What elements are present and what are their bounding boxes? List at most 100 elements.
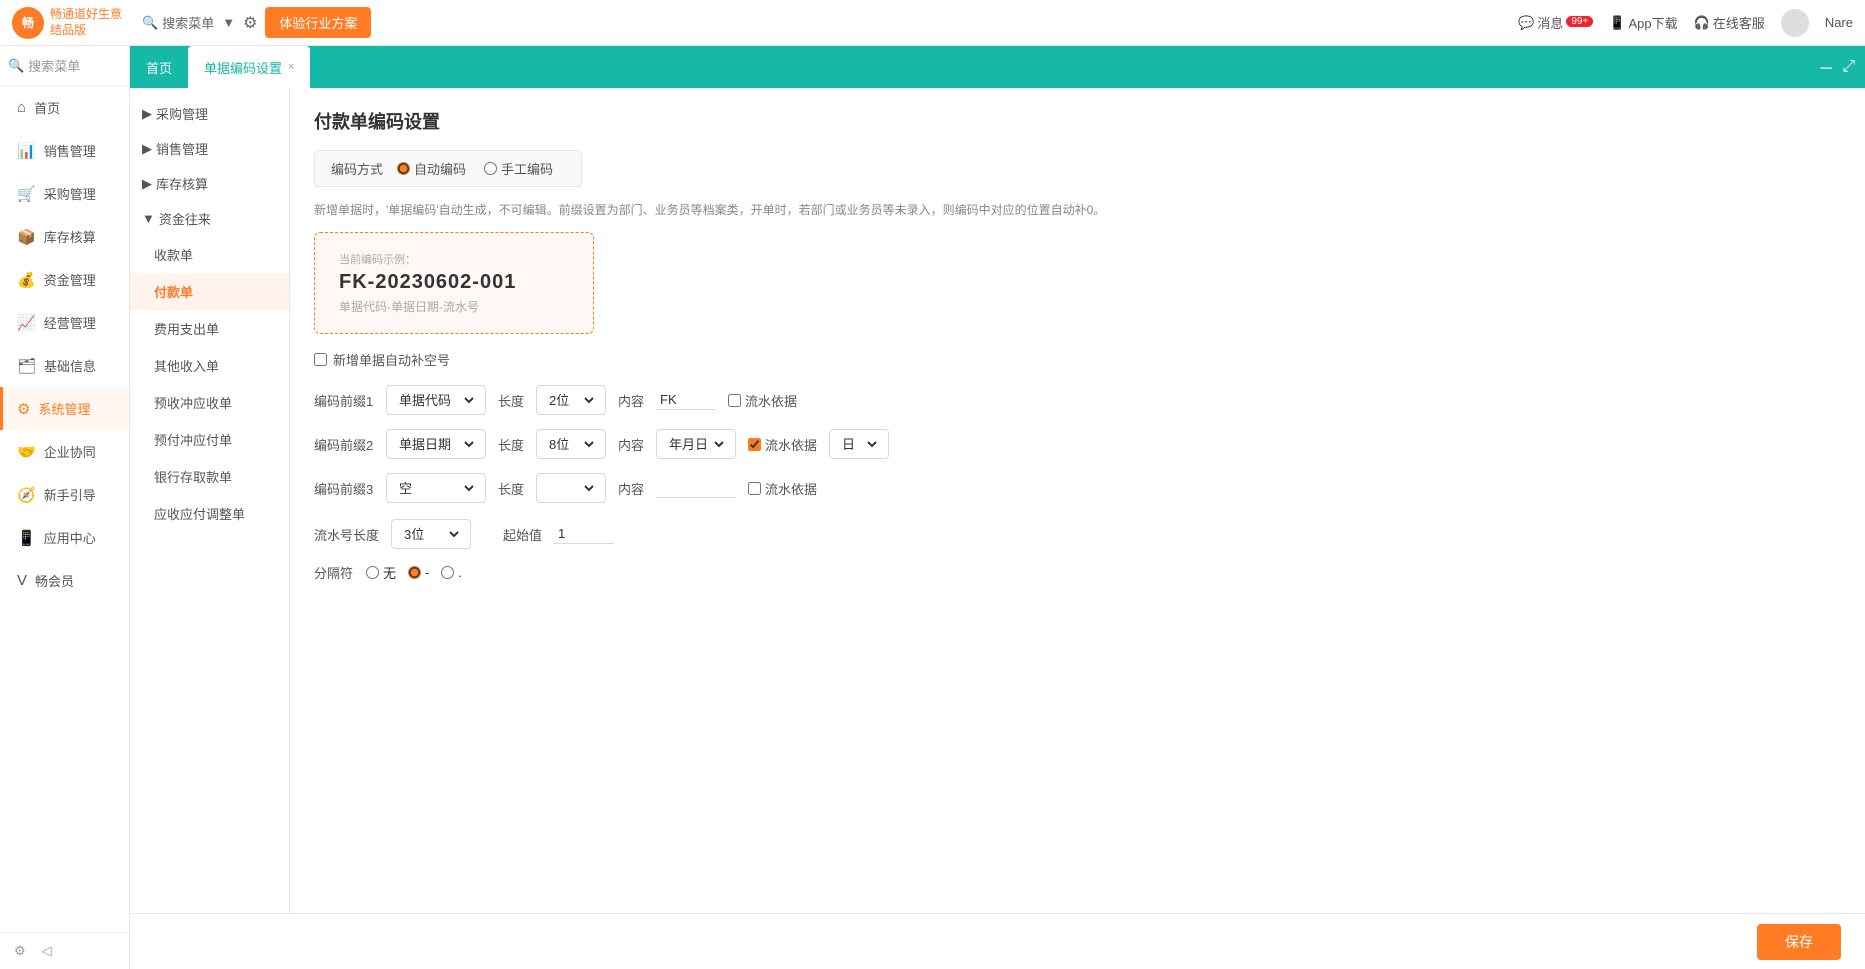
prefix2-label: 编码前缀2 [314,435,374,454]
auto-fill-row: 新增单据自动补空号 [314,350,1841,369]
prefix3-row: 编码前缀3 空 长度 [314,473,1841,503]
sub-group-sales[interactable]: ▶ 销售管理 [130,131,289,166]
prefix3-len-select[interactable] [536,473,606,503]
app-download-button[interactable]: 📱 App下载 [1609,13,1677,32]
sidebar-item-purchase[interactable]: 🛒 采购管理 [0,172,129,215]
message-button[interactable]: 💬 消息 99+ [1518,13,1593,32]
stream-len-select[interactable]: 3位 [391,519,471,549]
code-preview-prefix-label: 当前编码示例： [339,251,569,267]
sub-item-advance-offset[interactable]: 预付冲应付单 [130,421,289,458]
auto-radio[interactable] [397,162,410,175]
search-menu[interactable]: 🔍 搜索菜单 [142,13,214,32]
cta-button[interactable]: 体验行业方案 [265,7,371,38]
sidebar-item-apps[interactable]: 📱 应用中心 [0,516,129,559]
collapse-icon[interactable]: ◁ [42,943,52,959]
sub-item-payment[interactable]: 付款单 [130,273,289,310]
prefix3-select-input[interactable]: 空 [395,480,477,497]
sub-item-other-income[interactable]: 其他收入单 [130,347,289,384]
tab-home[interactable]: 首页 [130,46,188,88]
prefix2-select[interactable]: 单据日期 [386,429,486,459]
manual-radio[interactable] [484,162,497,175]
sidebar-item-basics[interactable]: 🗂 基础信息 [0,344,129,387]
prefix1-len-select[interactable]: 2位 [536,385,606,415]
prefix3-content-input[interactable] [656,478,736,498]
sidebar-search[interactable]: 🔍 搜索菜单 [0,46,129,86]
sep-none-radio[interactable] [366,566,379,579]
search-icon: 🔍 [8,58,24,74]
sidebar-item-sales[interactable]: 📊 销售管理 [0,129,129,172]
sub-item-receipts[interactable]: 收款单 [130,236,289,273]
sub-item-prepay-offset[interactable]: 预收冲应收单 [130,384,289,421]
sep-none-option[interactable]: 无 [366,563,396,582]
tab-expand-icon[interactable]: ⤢ [1842,58,1855,76]
sidebar-item-enterprise[interactable]: 🤝 企业协同 [0,430,129,473]
prefix3-stream-checkbox[interactable] [748,482,761,495]
prefix2-select-input[interactable]: 单据日期 [395,436,477,453]
sep-dash-radio[interactable] [408,566,421,579]
sidebar-item-home[interactable]: ⌂ 首页 [0,86,129,129]
prefix1-stream-checkbox[interactable] [728,394,741,407]
sub-item-adjustment[interactable]: 应收应付调整单 [130,495,289,532]
tab-close-icon[interactable]: × [288,61,294,73]
prefix3-len-select-input[interactable] [545,480,597,497]
stream-row: 流水号长度 3位 起始值 [314,519,1841,549]
prefix2-stream-check[interactable]: 流水依据 [748,435,817,454]
prefix2-stream-checkbox[interactable] [748,438,761,451]
online-service-button[interactable]: 🎧 在线客服 [1694,13,1765,32]
sep-dot-option[interactable]: . [441,565,462,580]
apps-icon: 📱 [17,529,36,547]
tabbar: 首页 单据编码设置 × － ⤢ [130,46,1865,88]
sidebar-item-vip[interactable]: V 畅会员 [0,559,129,602]
sub-item-bank[interactable]: 银行存取款单 [130,458,289,495]
guide-icon: 🧭 [17,486,36,504]
prefix2-period-select-input[interactable]: 日 [838,436,880,453]
prefix1-stream-check[interactable]: 流水依据 [728,391,797,410]
sidebar-item-operations[interactable]: 📈 经营管理 [0,301,129,344]
sub-group-capital[interactable]: ▼ 资金往来 [130,201,289,236]
username: Nare [1825,15,1853,30]
prefix1-content-input[interactable] [656,390,716,410]
sep-dot-radio[interactable] [441,566,454,579]
prefix3-stream-check[interactable]: 流水依据 [748,479,817,498]
prefix2-content-select[interactable]: 年月日 [656,429,736,459]
sidebar-item-inventory[interactable]: 📦 库存核算 [0,215,129,258]
prefix1-len-select-input[interactable]: 2位 [545,392,597,409]
logo-icon: 畅 [12,7,44,39]
prefix1-select[interactable]: 单据代码 [386,385,486,415]
sub-item-expense[interactable]: 费用支出单 [130,310,289,347]
prefix2-len-select-input[interactable]: 8位 [545,436,597,453]
code-example: FK-20230602-001 [339,271,569,294]
manual-radio-option[interactable]: 手工编码 [484,159,553,178]
basics-icon: 🗂 [17,357,36,375]
start-val-input[interactable] [554,524,614,544]
save-button[interactable]: 保存 [1757,924,1841,960]
prefix2-content-select-input[interactable]: 年月日 [665,436,727,453]
sidebar-item-guide[interactable]: 🧭 新手引导 [0,473,129,516]
prefix1-select-input[interactable]: 单据代码 [395,392,477,409]
auto-fill-checkbox[interactable] [314,353,327,366]
topbar: 畅 畅通道好生意 结品版 🔍 搜索菜单 ▼ ⚙ 体验行业方案 💬 消息 99+ … [0,0,1865,46]
tab-minimize-icon[interactable]: － [1818,55,1834,79]
prefix2-len-select[interactable]: 8位 [536,429,606,459]
enterprise-icon: 🤝 [17,443,36,461]
sub-group-purchase[interactable]: ▶ 采购管理 [130,96,289,131]
sidebar: 🔍 搜索菜单 ⌂ 首页 📊 销售管理 🛒 采购管理 📦 库存核算 💰 资金管理 … [0,46,130,969]
sidebar-item-finance[interactable]: 💰 资金管理 [0,258,129,301]
settings-icon[interactable]: ⚙ [14,943,26,959]
info-text: 新增单据时，'单据编码'自动生成，不可编辑。前缀设置为部门、业务员等档案类，开单… [314,201,1841,218]
dropdown-icon[interactable]: ▼ [222,15,235,30]
stream-len-select-input[interactable]: 3位 [400,526,462,543]
tab-encoding[interactable]: 单据编码设置 × [188,46,310,88]
prefix2-period-select[interactable]: 日 [829,429,889,459]
app-icon: 📱 [1609,15,1625,31]
vip-icon: V [17,572,27,589]
sep-dash-option[interactable]: - [408,565,429,580]
prefix1-content-label: 内容 [618,391,644,410]
auto-radio-option[interactable]: 自动编码 [397,159,466,178]
avatar[interactable] [1781,9,1809,37]
gear-icon[interactable]: ⚙ [243,13,257,33]
purchase-icon: 🛒 [17,185,36,203]
sub-group-inventory[interactable]: ▶ 库存核算 [130,166,289,201]
prefix3-select[interactable]: 空 [386,473,486,503]
sidebar-item-system[interactable]: ⚙ 系统管理 [0,387,129,430]
